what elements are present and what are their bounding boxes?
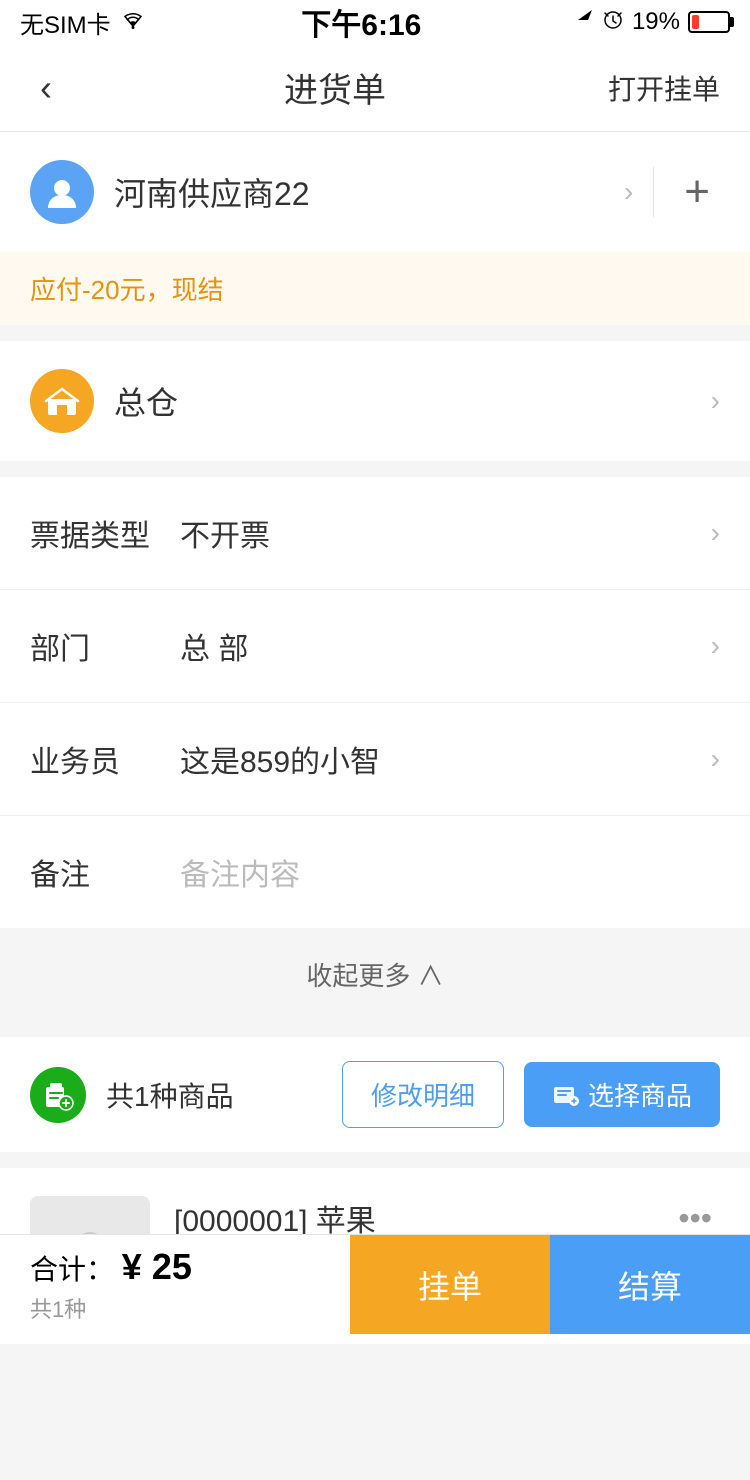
form-section: 票据类型 不开票 › 部门 总 部 › 业务员 这是859的小智 › 备注 备注…	[0, 477, 750, 928]
pending-button[interactable]: 挂单	[350, 1235, 550, 1334]
supplier-section: 河南供应商22 › + 应付-20元，现结	[0, 132, 750, 325]
nav-bar: ‹ 进货单 打开挂单	[0, 44, 750, 132]
supplier-divider	[653, 167, 654, 217]
sales-value: 这是859的小智	[160, 737, 701, 781]
total-count: 共1种	[30, 1292, 320, 1324]
product-count-icon	[30, 1067, 86, 1123]
warehouse-name: 总仓	[114, 378, 701, 424]
total-amount: ¥ 25	[122, 1246, 192, 1287]
edit-detail-button[interactable]: 修改明细	[342, 1061, 504, 1128]
open-pending-button[interactable]: 打开挂单	[608, 68, 720, 108]
dept-value: 总 部	[160, 624, 701, 668]
dept-chevron-icon: ›	[711, 630, 720, 662]
supplier-warning: 应付-20元，现结	[0, 252, 750, 325]
invoice-row[interactable]: 票据类型 不开票 ›	[0, 477, 750, 590]
sales-label: 业务员	[30, 737, 160, 781]
settle-button[interactable]: 结算	[550, 1235, 750, 1334]
page-title: 进货单	[284, 63, 386, 112]
invoice-value: 不开票	[160, 511, 701, 555]
total-label: 合计：	[30, 1254, 114, 1285]
remark-input[interactable]: 备注内容	[160, 850, 720, 894]
invoice-label: 票据类型	[30, 511, 160, 555]
warehouse-chevron-icon: ›	[711, 385, 720, 417]
supplier-avatar	[30, 160, 94, 224]
add-supplier-button[interactable]: +	[674, 167, 720, 217]
remark-label: 备注	[30, 850, 160, 894]
supplier-row[interactable]: 河南供应商22 › +	[0, 132, 750, 252]
status-carrier-area: 无SIM卡	[20, 5, 147, 40]
battery-icon	[688, 11, 730, 33]
product-count-text: 共1种商品	[106, 1075, 322, 1115]
carrier-text: 无SIM卡	[20, 5, 111, 40]
dept-row[interactable]: 部门 总 部 ›	[0, 590, 750, 703]
product-header: 共1种商品 修改明细 选择商品	[0, 1037, 750, 1152]
status-time: 下午6:16	[301, 0, 421, 44]
remark-row[interactable]: 备注 备注内容	[0, 816, 750, 928]
sales-chevron-icon: ›	[711, 743, 720, 775]
status-bar: 无SIM卡 下午6:16 19%	[0, 0, 750, 44]
collapse-button[interactable]: 收起更多 ∧	[0, 928, 750, 1021]
supplier-name: 河南供应商22	[114, 169, 614, 215]
location-icon	[576, 8, 594, 37]
alarm-icon	[602, 8, 624, 37]
warehouse-icon	[30, 369, 94, 433]
select-product-button[interactable]: 选择商品	[524, 1062, 720, 1127]
back-button[interactable]: ‹	[30, 57, 62, 119]
wifi-icon	[119, 8, 147, 37]
bottom-bar: 合计： ¥ 25 共1种 挂单 结算	[0, 1234, 750, 1334]
warehouse-section[interactable]: 总仓 ›	[0, 341, 750, 461]
select-product-label: 选择商品	[588, 1076, 692, 1113]
dept-label: 部门	[30, 624, 160, 668]
supplier-chevron-icon: ›	[624, 176, 633, 208]
sales-row[interactable]: 业务员 这是859的小智 ›	[0, 703, 750, 816]
total-row: 合计： ¥ 25	[30, 1246, 320, 1288]
battery-percent: 19%	[632, 8, 680, 36]
invoice-chevron-icon: ›	[711, 517, 720, 549]
total-section: 合计： ¥ 25 共1种	[0, 1235, 350, 1334]
status-right-area: 19%	[576, 8, 730, 37]
